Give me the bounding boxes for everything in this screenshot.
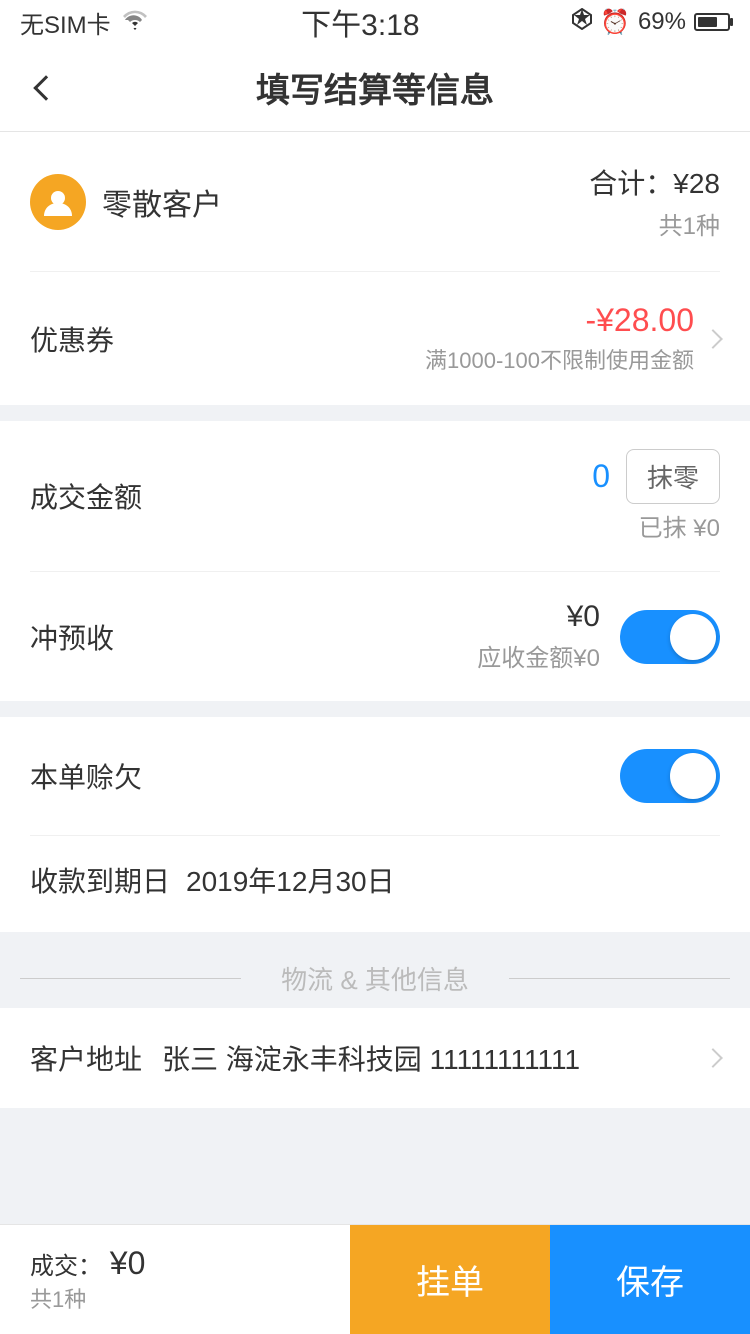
bottom-label-row: 成交： ¥0	[30, 1245, 320, 1282]
battery-icon	[694, 13, 730, 31]
alarm-icon: ⏰	[600, 8, 630, 37]
deal-right: 0 抹零	[592, 449, 720, 504]
deal-right-wrap: 0 抹零 已抹 ¥0	[592, 449, 720, 543]
round-zero-button[interactable]: 抹零	[626, 449, 720, 504]
logistics-divider: 物流 & 其他信息	[0, 948, 750, 1008]
customer-left: 零散客户	[30, 174, 222, 230]
prepay-right: ¥0 应收金额¥0	[477, 600, 720, 673]
back-arrow-icon	[33, 75, 58, 100]
customer-name: 零散客户	[102, 180, 222, 224]
due-label: 收款到期日	[30, 860, 170, 900]
hold-button[interactable]: 挂单	[350, 1225, 550, 1334]
address-row[interactable]: 客户地址 张三 海淀永丰科技园 11111111111	[0, 1008, 750, 1108]
coupon-wrap: -¥28.00 满1000-100不限制使用金额	[425, 302, 694, 375]
debt-toggle[interactable]	[620, 749, 720, 803]
address-chevron-icon	[703, 1048, 723, 1068]
sim-status: 无SIM卡	[20, 5, 111, 40]
status-bar: 无SIM卡 下午3:18 ⏰ 69%	[0, 0, 750, 44]
main-content: 零散客户 合计：¥28 共1种 优惠券 -¥28.00 满1000-100不限制…	[0, 132, 750, 1244]
customer-total: 合计：¥28 共1种	[589, 162, 720, 241]
back-button[interactable]	[24, 66, 68, 110]
total-count: 共1种	[589, 206, 720, 241]
page-title: 填写结算等信息	[256, 63, 494, 112]
deal-row: 成交金额 0 抹零 已抹 ¥0	[0, 421, 750, 571]
hold-button-label: 挂单	[416, 1255, 484, 1304]
debt-label: 本单赊欠	[30, 756, 142, 796]
prepay-label: 冲预收	[30, 617, 114, 657]
coupon-label: 优惠券	[30, 319, 114, 359]
customer-row: 零散客户 合计：¥28 共1种	[0, 132, 750, 271]
logistics-text: 物流 & 其他信息	[261, 960, 489, 997]
bottom-deal-amount: ¥0	[110, 1245, 146, 1281]
save-button-label: 保存	[616, 1255, 684, 1304]
status-time: 下午3:18	[301, 0, 419, 44]
save-button[interactable]: 保存	[550, 1225, 750, 1334]
logistics-line-left	[20, 978, 241, 979]
status-left: 无SIM卡	[20, 5, 149, 40]
bottom-count: 共1种	[30, 1282, 320, 1314]
address-section: 客户地址 张三 海淀永丰科技园 11111111111	[0, 1008, 750, 1108]
coupon-right: -¥28.00 满1000-100不限制使用金额	[425, 302, 720, 375]
due-date-value: 2019年12月30日	[186, 860, 395, 900]
coupon-amount: -¥28.00	[425, 302, 694, 339]
debt-toggle-thumb	[670, 753, 716, 799]
total-amount: 合计：¥28	[589, 162, 720, 202]
prepay-amount: ¥0	[477, 600, 600, 634]
address-right	[706, 1051, 720, 1065]
status-right: ⏰ 69%	[572, 8, 730, 37]
toggle-thumb	[670, 614, 716, 660]
prepay-row: 冲预收 ¥0 应收金额¥0	[0, 572, 750, 701]
logistics-line-right	[509, 978, 730, 979]
customer-section: 零散客户 合计：¥28 共1种 优惠券 -¥28.00 满1000-100不限制…	[0, 132, 750, 405]
wifi-icon	[121, 8, 149, 37]
bottom-deal-label: 成交：	[30, 1253, 102, 1280]
prepay-amount-wrap: ¥0 应收金额¥0	[477, 600, 600, 673]
due-date-row: 收款到期日 2019年12月30日	[0, 836, 750, 932]
location-icon	[572, 8, 592, 37]
address-label: 客户地址	[30, 1038, 142, 1078]
debt-row: 本单赊欠	[0, 717, 750, 835]
deal-label: 成交金额	[30, 476, 142, 516]
deal-sub: 已抹 ¥0	[592, 508, 720, 543]
deal-amount: 0	[592, 458, 610, 495]
coupon-desc: 满1000-100不限制使用金额	[425, 343, 694, 375]
prepay-toggle[interactable]	[620, 610, 720, 664]
chevron-right-icon	[703, 329, 723, 349]
avatar	[30, 174, 86, 230]
prepay-sub: 应收金额¥0	[477, 638, 600, 673]
nav-bar: 填写结算等信息	[0, 44, 750, 132]
bottom-summary: 成交： ¥0 共1种	[0, 1245, 350, 1314]
battery-percent: 69%	[638, 8, 686, 36]
coupon-row[interactable]: 优惠券 -¥28.00 满1000-100不限制使用金额	[0, 272, 750, 405]
address-value: 张三 海淀永丰科技园 11111111111	[162, 1038, 706, 1078]
debt-section: 本单赊欠 收款到期日 2019年12月30日	[0, 717, 750, 932]
deal-section: 成交金额 0 抹零 已抹 ¥0 冲预收 ¥0 应收金额¥0	[0, 421, 750, 701]
bottom-actions: 挂单 保存	[350, 1225, 750, 1334]
bottom-bar: 成交： ¥0 共1种 挂单 保存	[0, 1224, 750, 1334]
